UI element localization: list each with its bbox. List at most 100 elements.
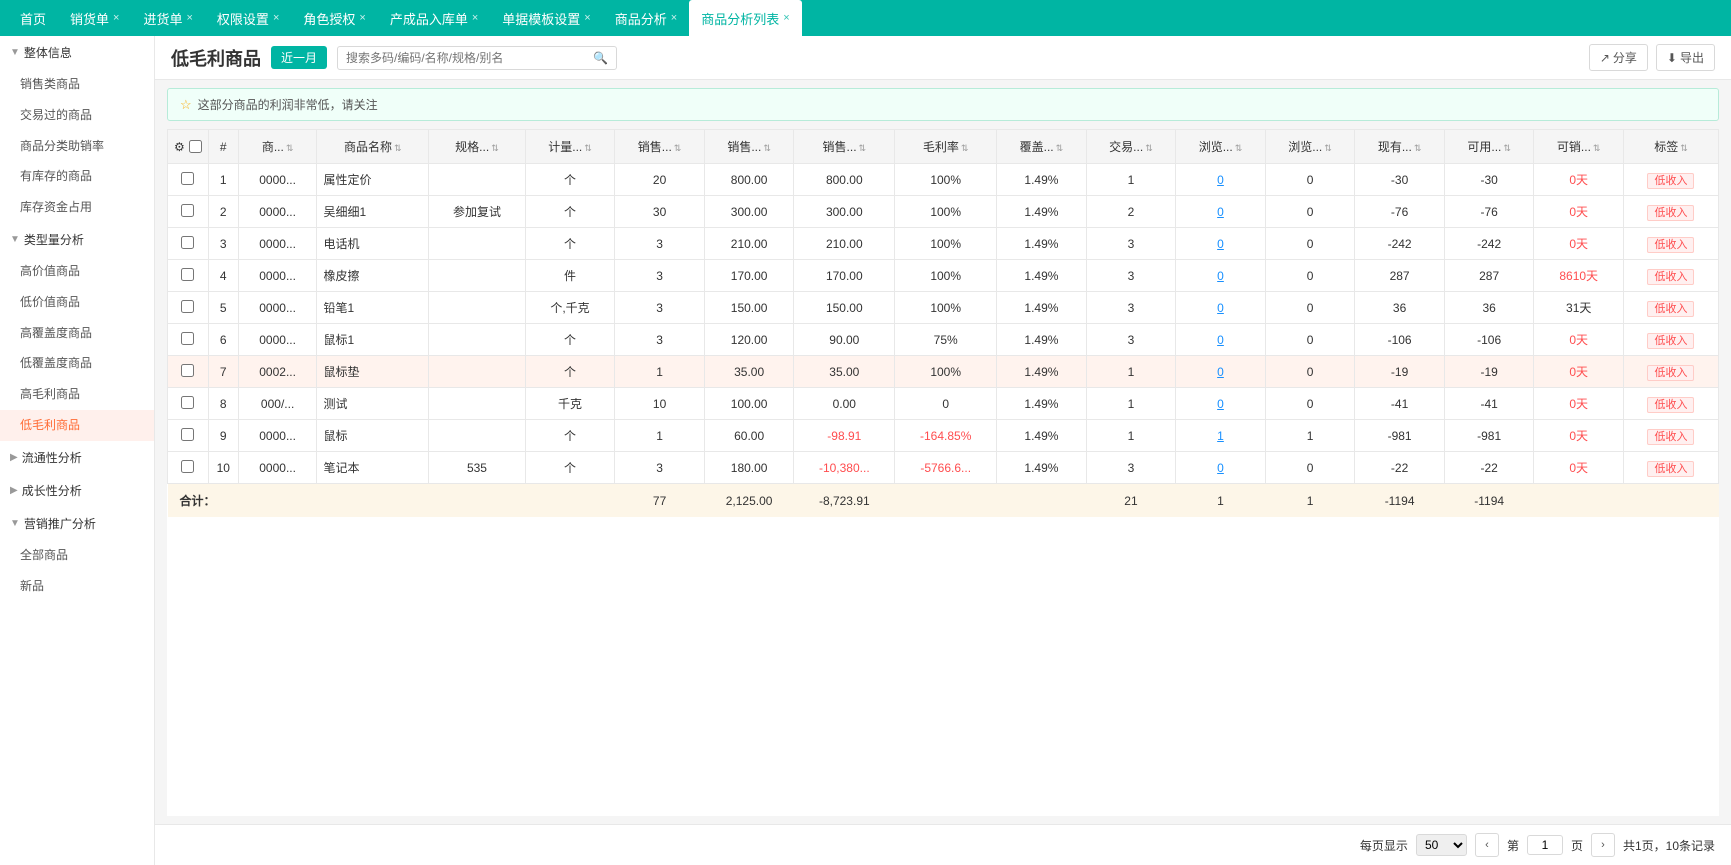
row-sales-price: 35.00: [704, 356, 794, 388]
row-sales-amount: 0.00: [794, 388, 895, 420]
col-tag[interactable]: 标签⇅: [1623, 130, 1718, 164]
sidebar-item-sales-products[interactable]: 销售类商品: [0, 69, 154, 100]
col-coverage[interactable]: 覆盖...⇅: [997, 130, 1087, 164]
arrow-marketing-icon: ▼: [10, 518, 20, 529]
sidebar-group-growth[interactable]: ▶ 成长性分析: [0, 474, 154, 507]
row-settings: [168, 260, 209, 292]
per-page-select[interactable]: 50 100 200: [1416, 834, 1467, 856]
settings-icon[interactable]: ⚙: [174, 140, 185, 154]
row-checkbox[interactable]: [181, 236, 194, 249]
col-sales-amount[interactable]: 销售...⇅: [794, 130, 895, 164]
sidebar-item-high-value[interactable]: 高价值商品: [0, 256, 154, 287]
search-input[interactable]: [346, 51, 589, 65]
nav-product-analysis-list[interactable]: 商品分析列表×: [689, 0, 801, 36]
sidebar-item-low-gross[interactable]: 低毛利商品: [0, 410, 154, 441]
nav-home[interactable]: 首页: [8, 0, 58, 36]
nav-template[interactable]: 单据模板设置×: [490, 0, 602, 36]
col-sales-qty[interactable]: 销售...⇅: [615, 130, 705, 164]
nav-product-analysis[interactable]: 商品分析×: [603, 0, 689, 36]
col-unit[interactable]: 计量...⇅: [525, 130, 615, 164]
sidebar-group-circulation[interactable]: ▶ 流通性分析: [0, 441, 154, 474]
select-all-checkbox[interactable]: [189, 140, 202, 153]
row-settings: [168, 420, 209, 452]
row-sales-amount: 800.00: [794, 164, 895, 196]
close-sales-icon[interactable]: ×: [113, 12, 119, 24]
row-checkbox[interactable]: [181, 364, 194, 377]
row-checkbox[interactable]: [181, 204, 194, 217]
top-navigation: 首页 销货单× 进货单× 权限设置× 角色授权× 产成品入库单× 单据模板设置×…: [0, 0, 1731, 36]
row-checkbox[interactable]: [181, 300, 194, 313]
filter-recent-month-button[interactable]: 近一月: [271, 46, 327, 69]
col-gross-rate[interactable]: 毛利率⇅: [895, 130, 997, 164]
close-permission-icon[interactable]: ×: [273, 12, 279, 24]
next-page-button[interactable]: ›: [1591, 833, 1615, 857]
row-gross-rate: 100%: [895, 292, 997, 324]
close-product-list-icon[interactable]: ×: [783, 12, 789, 24]
row-checkbox[interactable]: [181, 332, 194, 345]
row-code: 0002...: [238, 356, 317, 388]
search-icon[interactable]: 🔍: [593, 51, 608, 65]
row-spec: [429, 228, 526, 260]
export-button[interactable]: ⬇ 导出: [1656, 44, 1715, 71]
nav-product-entry[interactable]: 产成品入库单×: [378, 0, 490, 36]
col-num: #: [208, 130, 238, 164]
sidebar-item-new-products[interactable]: 新品: [0, 571, 154, 602]
row-sellable: 8610天: [1534, 260, 1624, 292]
sidebar-group-type[interactable]: ▼ 类型量分析: [0, 223, 154, 256]
col-sellable[interactable]: 可销...⇅: [1534, 130, 1624, 164]
row-sellable: 0天: [1534, 196, 1624, 228]
sidebar-item-high-gross[interactable]: 高毛利商品: [0, 379, 154, 410]
sidebar-item-category-sales-rate[interactable]: 商品分类助销率: [0, 131, 154, 162]
close-purchase-icon[interactable]: ×: [186, 12, 192, 24]
row-available: 36: [1444, 292, 1534, 324]
nav-permission[interactable]: 权限设置×: [205, 0, 291, 36]
footer-label: 合计：: [168, 484, 615, 518]
data-table-container: ⚙ # 商...⇅ 商品名称⇅ 规格...⇅ 计量...⇅ 销售...⇅ 销售.…: [167, 129, 1719, 816]
sidebar-item-all-products[interactable]: 全部商品: [0, 540, 154, 571]
close-product-entry-icon[interactable]: ×: [472, 12, 478, 24]
sidebar-item-low-value[interactable]: 低价值商品: [0, 287, 154, 318]
row-transactions: 3: [1086, 292, 1176, 324]
row-checkbox[interactable]: [181, 396, 194, 409]
prev-page-button[interactable]: ‹: [1475, 833, 1499, 857]
sidebar-item-in-stock[interactable]: 有库存的商品: [0, 161, 154, 192]
col-transactions[interactable]: 交易...⇅: [1086, 130, 1176, 164]
pagination-bar: 每页显示 50 100 200 ‹ 第 页 › 共1页，10条记录: [155, 824, 1731, 865]
col-browse2[interactable]: 浏览...⇅: [1265, 130, 1355, 164]
col-code[interactable]: 商...⇅: [238, 130, 317, 164]
row-checkbox[interactable]: [181, 460, 194, 473]
nav-purchase[interactable]: 进货单×: [131, 0, 204, 36]
share-button[interactable]: ↗ 分享: [1589, 44, 1648, 71]
row-browse2: 0: [1265, 164, 1355, 196]
col-settings[interactable]: ⚙: [168, 130, 209, 164]
sidebar-item-high-coverage[interactable]: 高覆盖度商品: [0, 318, 154, 349]
nav-role[interactable]: 角色授权×: [291, 0, 377, 36]
sidebar-group-overall[interactable]: ▼ 整体信息: [0, 36, 154, 69]
row-gross-rate: 100%: [895, 228, 997, 260]
row-current-stock: -19: [1355, 356, 1445, 388]
row-checkbox[interactable]: [181, 172, 194, 185]
close-product-analysis-icon[interactable]: ×: [671, 12, 677, 24]
row-coverage: 1.49%: [997, 196, 1087, 228]
col-current-stock[interactable]: 现有...⇅: [1355, 130, 1445, 164]
sidebar-group-marketing[interactable]: ▼ 营销推广分析: [0, 507, 154, 540]
row-sales-amount: 90.00: [794, 324, 895, 356]
col-spec[interactable]: 规格...⇅: [429, 130, 526, 164]
row-checkbox[interactable]: [181, 428, 194, 441]
sidebar-item-traded-products[interactable]: 交易过的商品: [0, 100, 154, 131]
col-name[interactable]: 商品名称⇅: [317, 130, 429, 164]
nav-sales[interactable]: 销货单×: [58, 0, 131, 36]
col-available[interactable]: 可用...⇅: [1444, 130, 1534, 164]
close-template-icon[interactable]: ×: [584, 12, 590, 24]
page-suffix: 页: [1571, 837, 1583, 854]
page-number-input[interactable]: [1527, 835, 1563, 855]
share-icon: ↗: [1600, 51, 1610, 65]
sidebar-item-low-coverage[interactable]: 低覆盖度商品: [0, 348, 154, 379]
row-coverage: 1.49%: [997, 356, 1087, 388]
table-row: 7 0002... 鼠标垫 个 1 35.00 35.00 100% 1.49%…: [168, 356, 1719, 388]
close-role-icon[interactable]: ×: [359, 12, 365, 24]
col-browse1[interactable]: 浏览...⇅: [1176, 130, 1266, 164]
sidebar-item-stock-capital[interactable]: 库存资金占用: [0, 192, 154, 223]
row-checkbox[interactable]: [181, 268, 194, 281]
col-sales-price[interactable]: 销售...⇅: [704, 130, 794, 164]
